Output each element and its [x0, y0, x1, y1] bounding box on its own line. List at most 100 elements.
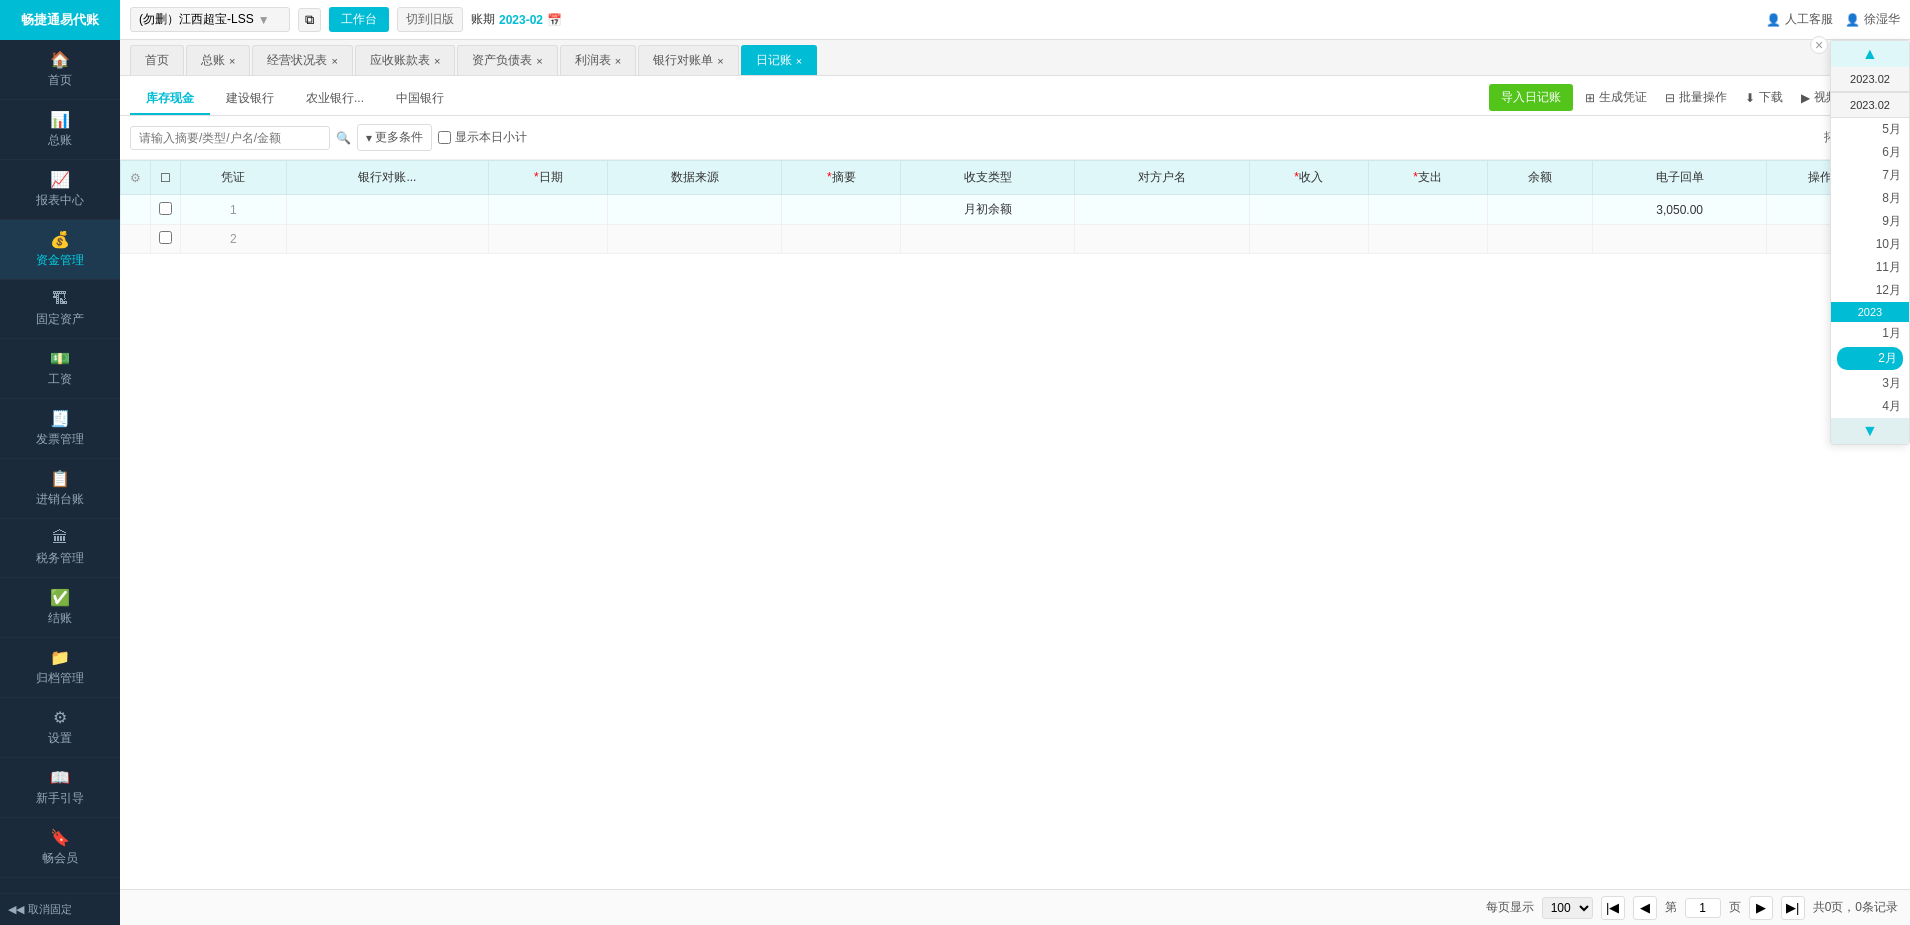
sidebar-item-membership[interactable]: 🔖 畅会员: [0, 818, 120, 878]
per-page-select[interactable]: 100 50 200: [1542, 897, 1593, 919]
generate-voucher-btn[interactable]: ⊞ 生成凭证: [1579, 85, 1653, 110]
assets-icon: 🏗: [52, 290, 68, 308]
sidebar-item-guide[interactable]: 📖 新手引导: [0, 758, 120, 818]
date-month-4[interactable]: 4月: [1831, 395, 1909, 418]
tab-income-statement[interactable]: 利润表 ×: [560, 45, 636, 75]
user-profile[interactable]: 👤 徐湿华: [1845, 11, 1900, 28]
download-btn[interactable]: ⬇ 下载: [1739, 85, 1789, 110]
sidebar-item-archive[interactable]: 📁 归档管理: [0, 638, 120, 698]
tab-balance-sheet-close[interactable]: ×: [536, 55, 542, 67]
sidebar-item-assets[interactable]: 🏗 固定资产: [0, 280, 120, 339]
tab-ledger-close[interactable]: ×: [229, 55, 235, 67]
sidebar-item-payroll[interactable]: 💵 工资: [0, 339, 120, 399]
row2-checkbox[interactable]: [151, 225, 181, 254]
tab-management-report-close[interactable]: ×: [331, 55, 337, 67]
customer-service[interactable]: 👤 人工客服: [1766, 11, 1833, 28]
tab-receivable[interactable]: 应收账款表 ×: [355, 45, 455, 75]
col-expense: *支出: [1368, 161, 1487, 195]
sidebar-item-close-accounts[interactable]: ✅ 结账: [0, 578, 120, 638]
date-month-5[interactable]: 5月: [1831, 118, 1909, 141]
tab-balance-sheet[interactable]: 资产负债表 ×: [457, 45, 557, 75]
guide-icon: 📖: [50, 768, 70, 787]
app-logo: 畅捷通易代账: [0, 0, 120, 40]
col-e-receipt: 电子回单: [1593, 161, 1767, 195]
row1-expense: [1487, 195, 1593, 225]
first-page-btn[interactable]: |◀: [1601, 896, 1625, 920]
tab-management-report-label: 经营状况表: [267, 52, 327, 69]
tab-receivable-close[interactable]: ×: [434, 55, 440, 67]
funds-icon: 💰: [50, 230, 70, 249]
company-name: (勿删）江西超宝-LSS: [139, 11, 254, 28]
date-month-2[interactable]: 2月: [1837, 347, 1903, 370]
prev-page-btn[interactable]: ◀: [1633, 896, 1657, 920]
bank-tab-ccb[interactable]: 建设银行: [210, 84, 290, 115]
tab-journal[interactable]: 日记账 ×: [741, 45, 817, 75]
batch-op-btn[interactable]: ⊟ 批量操作: [1659, 85, 1733, 110]
sidebar-item-tax[interactable]: 🏛 税务管理: [0, 519, 120, 578]
company-dropdown-arrow: ▼: [258, 13, 270, 27]
bank-tab-abc[interactable]: 农业银行...: [290, 84, 380, 115]
row1-checkbox[interactable]: [151, 195, 181, 225]
col-settings[interactable]: ⚙: [121, 161, 151, 195]
date-month-7[interactable]: 7月: [1831, 164, 1909, 187]
batch-op-icon: ⊟: [1665, 91, 1675, 105]
row1-income: [1368, 195, 1487, 225]
tab-journal-close[interactable]: ×: [796, 55, 802, 67]
video-icon: ▶: [1801, 91, 1810, 105]
col-checkbox[interactable]: ☐: [151, 161, 181, 195]
tab-income-statement-close[interactable]: ×: [615, 55, 621, 67]
sidebar-item-ledger[interactable]: 📊 总账: [0, 100, 120, 160]
topbar: (勿删）江西超宝-LSS ▼ ⧉ 工作台 切到旧版 账期 2023-02 📅 👤…: [120, 0, 1910, 40]
company-selector[interactable]: (勿删）江西超宝-LSS ▼: [130, 7, 290, 32]
sidebar-item-purchase-sales[interactable]: 📋 进销台账: [0, 459, 120, 519]
close-accounts-icon: ✅: [50, 588, 70, 607]
tab-receivable-label: 应收账款表: [370, 52, 430, 69]
sidebar-item-funds[interactable]: 💰 资金管理: [0, 220, 120, 280]
date-month-6[interactable]: 6月: [1831, 141, 1909, 164]
show-daily-label[interactable]: 显示本日小计: [438, 129, 527, 146]
bank-tab-boc[interactable]: 中国银行: [380, 84, 460, 115]
workbench-button[interactable]: 工作台: [329, 7, 389, 32]
tab-management-report[interactable]: 经营状况表 ×: [252, 45, 352, 75]
search-input[interactable]: [130, 126, 330, 150]
calendar-icon[interactable]: 📅: [547, 13, 562, 27]
tab-home[interactable]: 首页: [130, 45, 184, 75]
close-date-panel-btn[interactable]: ×: [1810, 36, 1828, 54]
copy-button[interactable]: ⧉: [298, 8, 321, 32]
date-month-11[interactable]: 11月: [1831, 256, 1909, 279]
row2-bank-reconcile: [489, 225, 608, 254]
tab-bank-statement-close[interactable]: ×: [717, 55, 723, 67]
date-month-12[interactable]: 12月: [1831, 279, 1909, 302]
row1-income-expense-type: [1075, 195, 1249, 225]
filter-button[interactable]: ▾ 更多条件: [357, 124, 432, 151]
date-month-3[interactable]: 3月: [1831, 372, 1909, 395]
bank-tab-cash[interactable]: 库存现金: [130, 84, 210, 115]
next-page-btn[interactable]: ▶: [1749, 896, 1773, 920]
date-month-9[interactable]: 9月: [1831, 210, 1909, 233]
date-month-10[interactable]: 10月: [1831, 233, 1909, 256]
tab-bank-statement[interactable]: 银行对账单 ×: [638, 45, 738, 75]
date-month-1[interactable]: 1月: [1831, 322, 1909, 345]
date-month-8[interactable]: 8月: [1831, 187, 1909, 210]
page-input[interactable]: [1685, 898, 1721, 918]
sidebar-item-home[interactable]: 🏠 首页: [0, 40, 120, 100]
tab-income-statement-label: 利润表: [575, 52, 611, 69]
tab-ledger[interactable]: 总账 ×: [186, 45, 250, 75]
show-daily-checkbox[interactable]: [438, 131, 451, 144]
search-icon[interactable]: 🔍: [336, 131, 351, 145]
switch-old-version-button[interactable]: 切到旧版: [397, 7, 463, 32]
last-page-btn[interactable]: ▶|: [1781, 896, 1805, 920]
date-panel-up-arrow[interactable]: ▲: [1831, 41, 1909, 67]
row1-counterpart: [1249, 195, 1368, 225]
sidebar-item-invoice[interactable]: 🧾 发票管理: [0, 399, 120, 459]
sidebar-item-settings[interactable]: ⚙ 设置: [0, 698, 120, 758]
row1-data-source: [782, 195, 901, 225]
import-journal-button[interactable]: 导入日记账: [1489, 84, 1573, 111]
sidebar-item-reports[interactable]: 📈 报表中心: [0, 160, 120, 220]
sidebar-collapse-btn[interactable]: ◀◀ 取消固定: [0, 893, 120, 925]
date-panel-down-arrow[interactable]: ▼: [1831, 418, 1909, 444]
search-toolbar: 🔍 ▾ 更多条件 显示本日小计 拓称： 人民币: [120, 116, 1910, 160]
service-icon: 👤: [1766, 13, 1781, 27]
user-avatar: 👤: [1845, 13, 1860, 27]
row2-num: 2: [181, 225, 287, 254]
